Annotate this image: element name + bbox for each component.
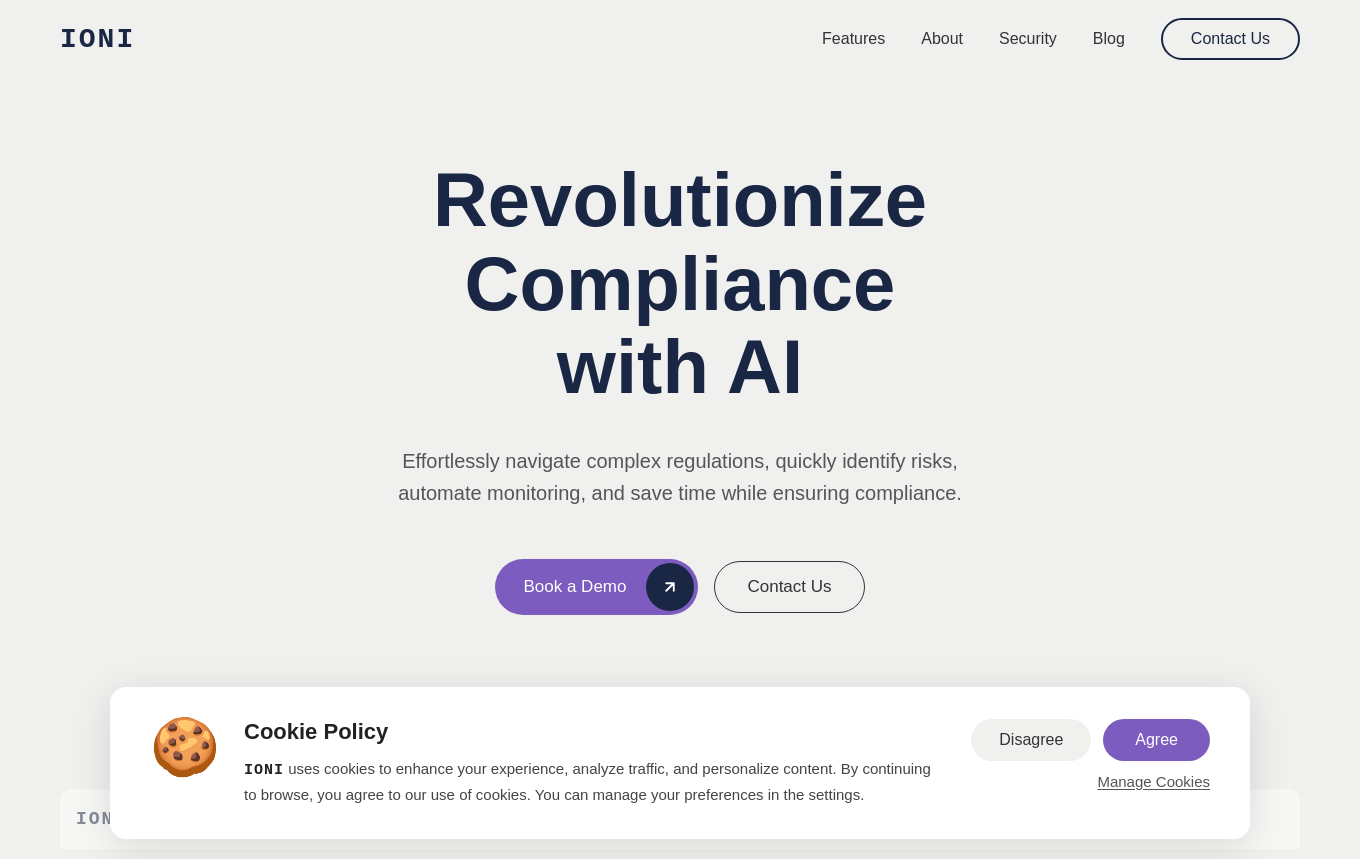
hero-contact-button[interactable]: Contact Us: [714, 561, 864, 613]
cookie-brand: IONI: [244, 762, 284, 779]
nav-features[interactable]: Features: [822, 30, 885, 48]
cookie-body-text: uses cookies to enhance your experience,…: [244, 760, 931, 803]
cookie-content: Cookie Policy IONI uses cookies to enhan…: [244, 719, 947, 807]
navbar: IONI Features About Security Blog Contac…: [0, 0, 1360, 78]
nav-security[interactable]: Security: [999, 30, 1057, 48]
logo: IONI: [60, 24, 135, 55]
book-demo-label: Book a Demo: [523, 577, 642, 597]
nav-contact-button[interactable]: Contact Us: [1161, 18, 1300, 60]
cookie-banner: 🍪 Cookie Policy IONI uses cookies to enh…: [110, 687, 1250, 839]
cookie-icon: 🍪: [150, 719, 220, 775]
disagree-button[interactable]: Disagree: [971, 719, 1091, 761]
hero-buttons: Book a Demo Contact Us: [495, 559, 864, 615]
hero-subtitle: Effortlessly navigate complex regulation…: [390, 445, 970, 509]
book-demo-button[interactable]: Book a Demo: [495, 559, 698, 615]
hero-section: Revolutionize Compliance with AI Effortl…: [0, 78, 1360, 675]
cookie-text: IONI uses cookies to enhance your experi…: [244, 757, 947, 807]
hero-title: Revolutionize Compliance with AI: [230, 158, 1130, 409]
cookie-title: Cookie Policy: [244, 719, 947, 745]
agree-button[interactable]: Agree: [1103, 719, 1210, 761]
nav-about[interactable]: About: [921, 30, 963, 48]
arrow-icon: [646, 563, 694, 611]
cookie-actions: Disagree Agree Manage Cookies: [971, 719, 1210, 790]
cookie-btn-row: Disagree Agree: [971, 719, 1210, 761]
manage-cookies-button[interactable]: Manage Cookies: [1097, 773, 1210, 790]
nav-blog[interactable]: Blog: [1093, 30, 1125, 48]
nav-links: Features About Security Blog Contact Us: [822, 18, 1300, 60]
